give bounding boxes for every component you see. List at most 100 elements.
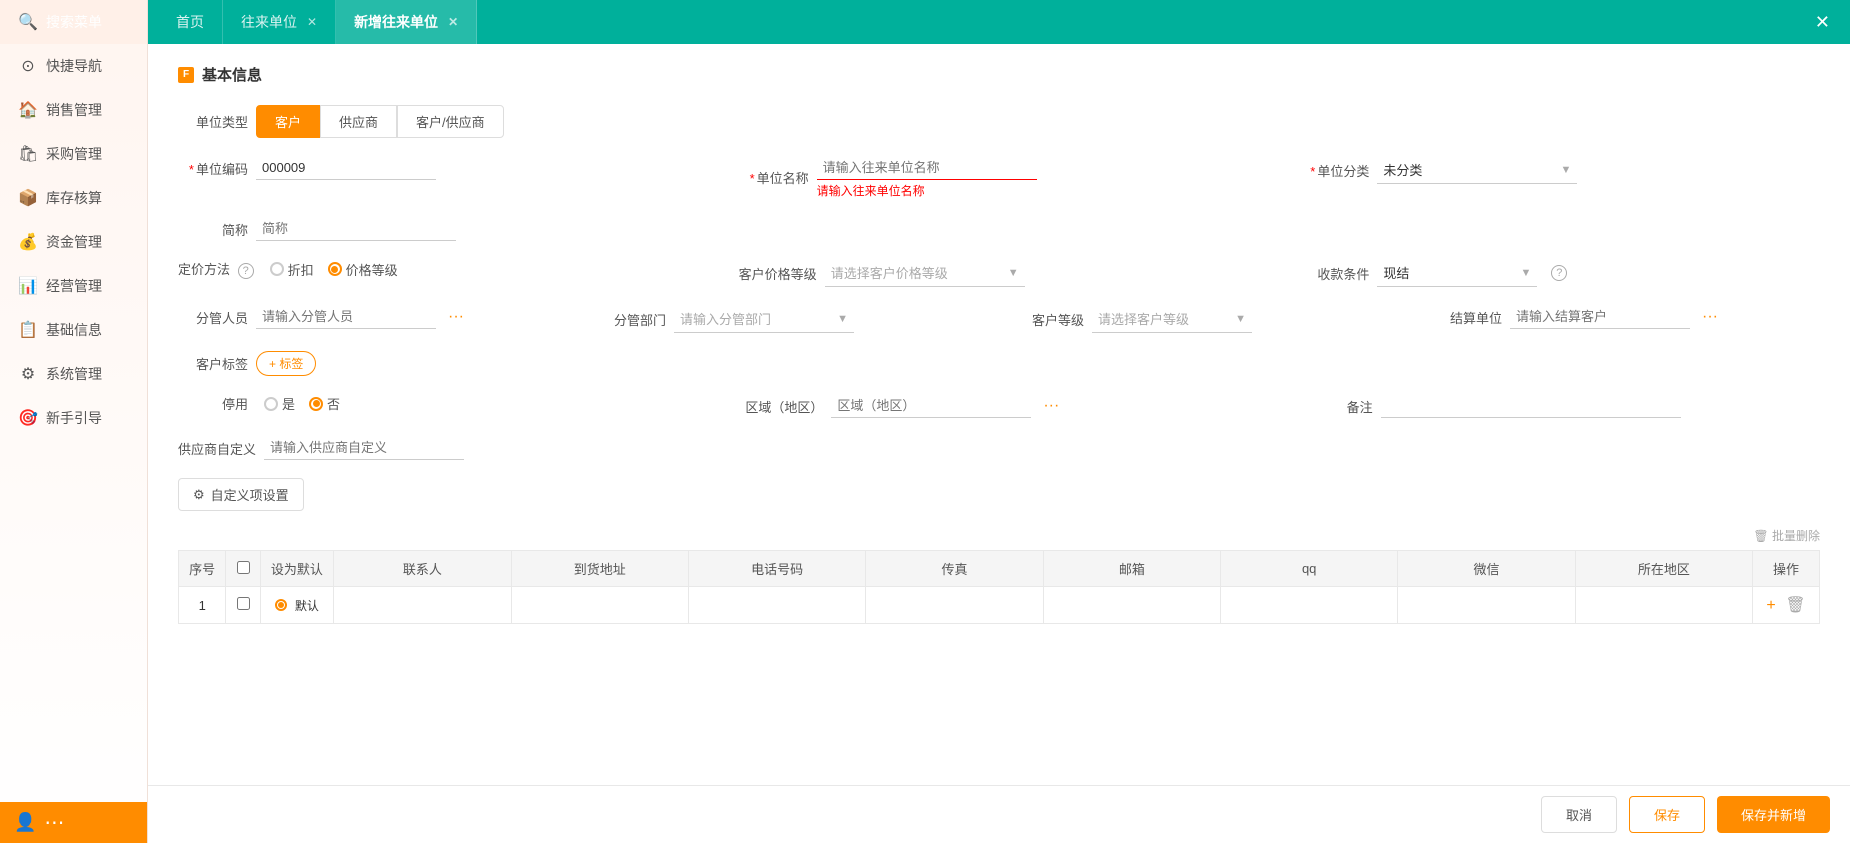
expand-icon: ⋯ xyxy=(44,810,64,835)
customer-tag-label: 客户标签 xyxy=(178,354,248,373)
payment-terms-value: 现结 xyxy=(1383,263,1520,282)
pricing-help-icon[interactable]: ? xyxy=(238,263,254,279)
region-group: 区域（地区） ··· xyxy=(745,394,1262,418)
fax-input[interactable] xyxy=(876,599,1032,613)
sidebar-item-system[interactable]: ⚙ 系统管理 xyxy=(0,352,147,396)
select-all-checkbox[interactable] xyxy=(237,561,250,574)
col-actions: 操作 xyxy=(1753,551,1820,587)
settlement-label: 结算单位 xyxy=(1432,308,1502,327)
unit-name-label: *单位名称 xyxy=(739,168,809,187)
chevron-down-icon-dept: ▼ xyxy=(837,313,848,325)
chart-icon: 📊 xyxy=(18,276,38,296)
unit-type-group-container: 单位类型 客户 供应商 客户/供应商 xyxy=(178,105,1820,138)
close-add-partner-tab[interactable]: ✕ xyxy=(448,15,458,29)
remark-input[interactable] xyxy=(1381,394,1681,418)
address-input[interactable] xyxy=(522,599,678,613)
sidebar: 🔍 搜索菜单 ⊙ 快捷导航 🏠 销售管理 🛍 采购管理 📦 库存核算 💰 资金管… xyxy=(0,0,148,843)
region-input[interactable] xyxy=(831,394,1031,418)
unit-code-group: *单位编码 xyxy=(178,156,699,180)
content-area: F 基本信息 单位类型 客户 供应商 客户/供应商 *单位编码 xyxy=(148,44,1850,785)
main-area: 首页 往来单位 ✕ 新增往来单位 ✕ ✕ F 基本信息 单位类型 客户 xyxy=(148,0,1850,843)
unit-name-input[interactable] xyxy=(817,156,1037,180)
delete-row-btn[interactable]: 🗑 xyxy=(1785,597,1805,614)
contact-table: 序号 设为默认 联系人 到货地址 电话号码 传真 邮箱 qq 微信 所在地区 操… xyxy=(178,550,1820,624)
close-all-tabs[interactable]: ✕ xyxy=(1805,12,1840,33)
customer-price-level-select[interactable]: 请选择客户价格等级 ▼ xyxy=(825,259,1025,287)
unit-name-input-wrapper: 请输入往来单位名称 xyxy=(817,156,1037,199)
sidebar-item-quicknav[interactable]: ⊙ 快捷导航 xyxy=(0,44,147,88)
sidebar-item-search[interactable]: 🔍 搜索菜单 xyxy=(0,0,147,44)
save-new-button[interactable]: 保存并新增 xyxy=(1717,796,1830,833)
email-input[interactable] xyxy=(1054,599,1210,613)
save-button[interactable]: 保存 xyxy=(1629,796,1705,833)
disabled-group: 停用 是 否 xyxy=(178,394,695,413)
unit-btn-both[interactable]: 客户/供应商 xyxy=(397,105,504,138)
col-checkbox[interactable] xyxy=(226,551,260,587)
short-name-group: 简称 xyxy=(178,217,1820,241)
sidebar-item-inventory[interactable]: 📦 库存核算 xyxy=(0,176,147,220)
cell-address[interactable] xyxy=(511,587,688,624)
customer-tag-group: 客户标签 + 标签 xyxy=(178,351,1820,376)
phone-input[interactable] xyxy=(699,599,855,613)
pricing-option-discount[interactable]: 折扣 xyxy=(270,260,314,279)
add-tag-button[interactable]: + 标签 xyxy=(256,351,316,376)
unit-type-label: 单位类型 xyxy=(178,112,248,131)
sidebar-item-sales[interactable]: 🏠 销售管理 xyxy=(0,88,147,132)
cell-qq[interactable] xyxy=(1221,587,1398,624)
col-seq: 序号 xyxy=(179,551,226,587)
wechat-input[interactable] xyxy=(1408,599,1564,613)
disabled-radio-group: 是 否 xyxy=(264,394,340,413)
cell-wechat[interactable] xyxy=(1398,587,1575,624)
custom-settings-button[interactable]: ⚙ 自定义项设置 xyxy=(178,478,304,511)
sidebar-item-finance[interactable]: 💰 资金管理 xyxy=(0,220,147,264)
customer-level-select[interactable]: 请选择客户等级 ▼ xyxy=(1092,305,1252,333)
contact-input[interactable] xyxy=(344,599,500,613)
cell-checkbox[interactable] xyxy=(226,587,260,624)
unit-category-select[interactable]: 未分类 ▼ xyxy=(1377,156,1577,184)
tab-partner[interactable]: 往来单位 ✕ xyxy=(223,0,336,44)
close-partner-tab[interactable]: ✕ xyxy=(307,15,317,29)
settlement-input[interactable] xyxy=(1510,305,1690,329)
cell-actions: + 🗑 xyxy=(1753,587,1820,624)
department-select[interactable]: 请输入分管部门 ▼ xyxy=(674,305,854,333)
sidebar-item-basic[interactable]: 📋 基础信息 xyxy=(0,308,147,352)
cell-region[interactable] xyxy=(1575,587,1752,624)
customer-price-level-placeholder: 请选择客户价格等级 xyxy=(831,263,1008,282)
batch-delete-btn[interactable]: 🗑 批量删除 xyxy=(178,527,1820,544)
payment-terms-select[interactable]: 现结 ▼ xyxy=(1377,259,1537,287)
sidebar-item-operation[interactable]: 📊 经营管理 xyxy=(0,264,147,308)
short-name-input[interactable] xyxy=(256,217,456,241)
customer-tag-row: 客户标签 + 标签 xyxy=(178,351,1820,376)
unit-btn-customer[interactable]: 客户 xyxy=(256,105,320,138)
tab-home[interactable]: 首页 xyxy=(158,0,223,44)
sidebar-item-guide[interactable]: 🎯 新手引导 xyxy=(0,396,147,440)
cell-fax[interactable] xyxy=(866,587,1043,624)
pricing-radio-group: 折扣 价格等级 xyxy=(270,260,398,279)
payment-terms-group: 收款条件 现结 ▼ ? xyxy=(1299,259,1820,287)
cell-contact[interactable] xyxy=(334,587,511,624)
add-row-btn[interactable]: + xyxy=(1766,597,1775,614)
manager-more-btn[interactable]: ··· xyxy=(444,308,468,326)
pricing-option-level[interactable]: 价格等级 xyxy=(328,260,398,279)
sidebar-item-purchase[interactable]: 🛍 采购管理 xyxy=(0,132,147,176)
disabled-no[interactable]: 否 xyxy=(309,394,340,413)
cell-email[interactable] xyxy=(1043,587,1220,624)
unit-code-input[interactable] xyxy=(256,156,436,180)
manager-input[interactable] xyxy=(256,305,436,329)
qq-input[interactable] xyxy=(1231,599,1387,613)
chevron-down-icon: ▼ xyxy=(1560,164,1571,176)
unit-btn-supplier[interactable]: 供应商 xyxy=(320,105,397,138)
cell-default[interactable]: 默认 xyxy=(260,587,334,624)
default-radio[interactable]: 默认 xyxy=(271,597,324,614)
row-checkbox[interactable] xyxy=(237,597,250,610)
payment-help-icon[interactable]: ? xyxy=(1551,265,1567,281)
disabled-yes[interactable]: 是 xyxy=(264,394,295,413)
region-table-input[interactable] xyxy=(1586,599,1742,613)
region-more-btn[interactable]: ··· xyxy=(1039,397,1063,415)
cell-phone[interactable] xyxy=(688,587,865,624)
tab-add-partner[interactable]: 新增往来单位 ✕ xyxy=(336,0,477,44)
supplier-custom-input[interactable] xyxy=(264,436,464,460)
settlement-more-btn[interactable]: ··· xyxy=(1698,308,1722,326)
cancel-button[interactable]: 取消 xyxy=(1541,796,1617,833)
chevron-down-icon-price: ▼ xyxy=(1008,267,1019,279)
